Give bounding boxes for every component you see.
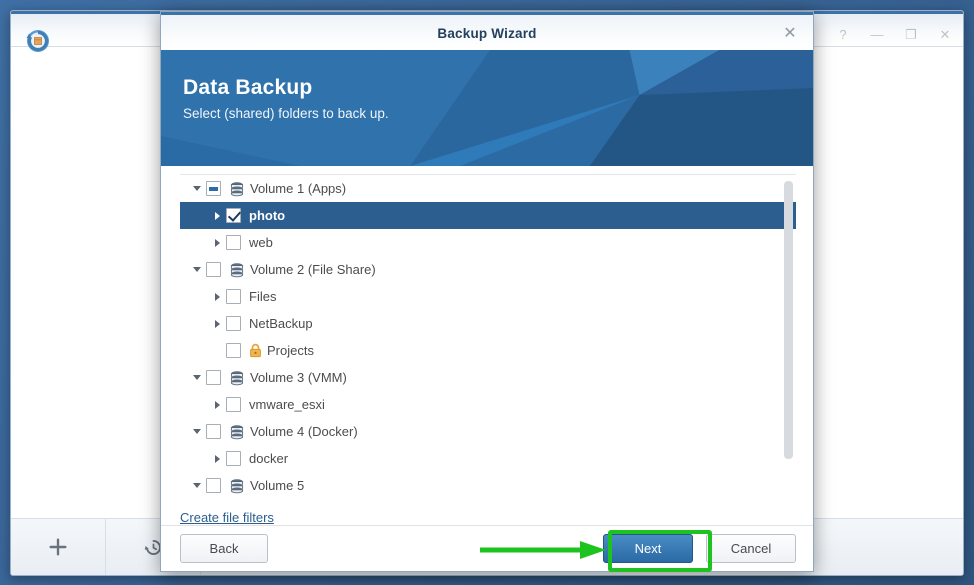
tree-row-label: Volume 5: [250, 478, 305, 493]
dsm-window-controls: ? — ❐ ✕: [835, 26, 953, 42]
cancel-button[interactable]: Cancel: [706, 534, 796, 563]
tree-row[interactable]: vmware_esxi: [180, 391, 796, 418]
tree-row-label: photo: [249, 208, 286, 223]
chevron-down-icon[interactable]: [188, 186, 206, 191]
dialog-banner: Data Backup Select (shared) folders to b…: [161, 50, 813, 166]
maximize-button[interactable]: ❐: [903, 26, 919, 42]
folder-tree-list[interactable]: Volume 1 (Apps) photo web Volume 2 (File Sh…: [180, 175, 796, 499]
tree-row[interactable]: Files: [180, 283, 796, 310]
tree-row[interactable]: docker: [180, 445, 796, 472]
tree-row[interactable]: Volume 3 (VMM): [180, 364, 796, 391]
volume-icon: [230, 262, 244, 277]
tree-row[interactable]: web: [180, 229, 796, 256]
folder-tree-panel: Volume 1 (Apps) photo web Volume 2 (File Sh…: [180, 174, 796, 511]
chevron-down-icon[interactable]: [188, 429, 206, 434]
create-file-filters-link[interactable]: Create file filters: [180, 510, 274, 525]
tree-checkbox[interactable]: [226, 451, 241, 466]
close-icon[interactable]: ✕: [781, 25, 799, 43]
minimize-button[interactable]: —: [869, 26, 885, 42]
banner-heading: Data Backup: [183, 76, 313, 99]
tree-row-label: Volume 4 (Docker): [250, 424, 358, 439]
tree-row-label: docker: [249, 451, 289, 466]
banner-text: Data Backup Select (shared) folders to b…: [183, 76, 389, 121]
volume-icon: [230, 181, 244, 196]
tree-checkbox[interactable]: [206, 181, 221, 196]
chevron-right-icon[interactable]: [208, 211, 226, 220]
tree-checkbox[interactable]: [226, 289, 241, 304]
volume-icon: [230, 424, 244, 439]
banner-subheading: Select (shared) folders to back up.: [183, 106, 389, 122]
tree-row-label: Projects: [267, 343, 314, 358]
tree-checkbox[interactable]: [206, 478, 221, 493]
dialog-footer: Back Next Cancel: [161, 525, 813, 571]
volume-icon: [230, 370, 244, 385]
dialog-title: Backup Wizard: [437, 26, 537, 41]
chevron-right-icon[interactable]: [208, 292, 226, 301]
plus-icon: [49, 538, 67, 556]
tree-row-label: vmware_esxi: [249, 397, 325, 412]
tree-checkbox[interactable]: [206, 424, 221, 439]
chevron-right-icon[interactable]: [208, 238, 226, 247]
volume-icon: [230, 478, 244, 493]
close-button[interactable]: ✕: [937, 26, 953, 42]
backup-wizard-dialog: Backup Wizard ✕ Data Backup Select (shar…: [160, 11, 814, 572]
tree-row[interactable]: photo: [180, 202, 796, 229]
dialog-titlebar: Backup Wizard ✕: [161, 12, 813, 50]
tree-row[interactable]: Volume 5: [180, 472, 796, 499]
tree-checkbox[interactable]: [206, 370, 221, 385]
tree-row-label: web: [249, 235, 273, 250]
back-button[interactable]: Back: [180, 534, 268, 563]
chevron-right-icon[interactable]: [208, 319, 226, 328]
chevron-right-icon[interactable]: [208, 400, 226, 409]
tree-checkbox[interactable]: [226, 316, 241, 331]
next-button[interactable]: Next: [603, 534, 693, 563]
tree-scrollbar-thumb[interactable]: [784, 181, 793, 459]
tree-checkbox[interactable]: [226, 397, 241, 412]
tree-checkbox[interactable]: [226, 343, 241, 358]
chevron-down-icon[interactable]: [188, 375, 206, 380]
tree-row[interactable]: Projects: [180, 337, 796, 364]
chevron-down-icon[interactable]: [188, 267, 206, 272]
lock-icon: [250, 343, 261, 358]
chevron-down-icon[interactable]: [188, 483, 206, 488]
backup-app-icon: [25, 28, 51, 54]
tree-row-label: Volume 1 (Apps): [250, 181, 347, 196]
add-button[interactable]: [11, 519, 106, 575]
tree-row[interactable]: Volume 1 (Apps): [180, 175, 796, 202]
tree-row-label: Files: [249, 289, 277, 304]
chevron-right-icon[interactable]: [208, 454, 226, 463]
help-button[interactable]: ?: [835, 26, 851, 42]
tree-row[interactable]: Volume 4 (Docker): [180, 418, 796, 445]
tree-row-label: Volume 2 (File Share): [250, 262, 376, 277]
tree-row-label: NetBackup: [249, 316, 313, 331]
tree-checkbox[interactable]: [206, 262, 221, 277]
tree-row[interactable]: Volume 2 (File Share): [180, 256, 796, 283]
tree-scrollbar[interactable]: [784, 181, 793, 501]
tree-checkbox[interactable]: [226, 235, 241, 250]
tree-checkbox[interactable]: [226, 208, 241, 223]
tree-row-label: Volume 3 (VMM): [250, 370, 347, 385]
tree-row[interactable]: NetBackup: [180, 310, 796, 337]
